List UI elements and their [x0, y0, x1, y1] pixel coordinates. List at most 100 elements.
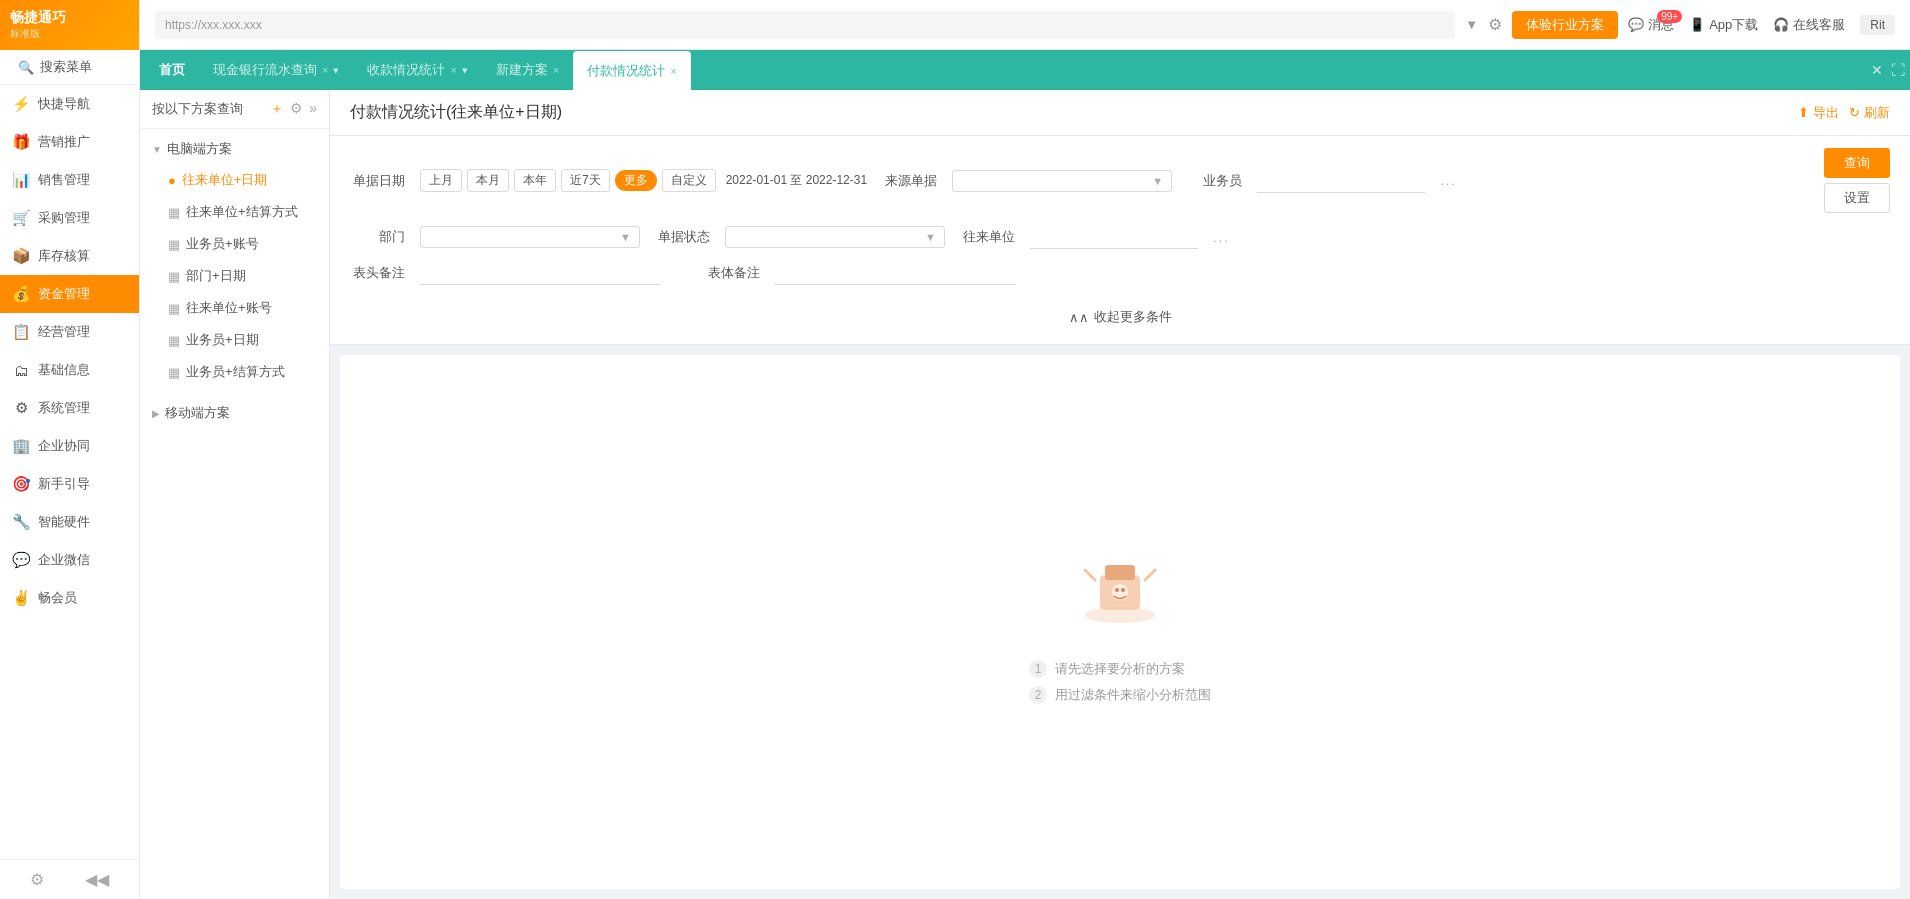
app-download-button[interactable]: 📱 App下载 — [1689, 16, 1758, 34]
unit-dots[interactable]: ... — [1213, 230, 1230, 245]
scheme-item-unit-date[interactable]: ● 往来单位+日期 — [140, 164, 329, 196]
section-arrow-desktop: ▼ — [152, 144, 162, 155]
section-arrow-mobile: ▶ — [152, 408, 160, 419]
svg-rect-2 — [1105, 565, 1135, 580]
add-scheme-icon[interactable]: ＋ — [270, 100, 284, 118]
scheme-sections: ▼ 电脑端方案 ● 往来单位+日期 ▦ 往来单位+结算方式 ▦ 业务员+账号 ▦… — [140, 129, 329, 433]
address-text: https://xxx.xxx.xxx — [165, 18, 262, 32]
trial-button[interactable]: 体验行业方案 — [1512, 11, 1618, 39]
this-month-btn[interactable]: 本月 — [467, 169, 509, 192]
sidebar-label-sales: 销售管理 — [38, 171, 90, 189]
dept-arrow-icon: ▼ — [620, 231, 631, 243]
export-button[interactable]: ⬆ 导出 — [1798, 104, 1839, 122]
close-tab-receipt-stats[interactable]: × — [450, 64, 456, 76]
filter-settings-button[interactable]: 设置 — [1824, 183, 1890, 213]
basic-info-icon: 🗂 — [12, 361, 30, 379]
staff-input[interactable] — [1257, 169, 1425, 193]
scheme-item-staff-date[interactable]: ▦ 业务员+日期 — [140, 324, 329, 356]
sidebar-label-capital: 资金管理 — [38, 285, 90, 303]
scheme-item-icon-staff-date: ▦ — [168, 333, 180, 348]
sidebar-item-marketing[interactable]: 🎁 营销推广 — [0, 123, 139, 161]
tab-arrow-receipt-stats[interactable]: ▾ — [462, 64, 468, 77]
more-date-btn[interactable]: 更多 — [615, 170, 657, 191]
scheme-section-header-desktop[interactable]: ▼ 电脑端方案 — [140, 134, 329, 164]
search-menu[interactable]: 🔍 搜索菜单 — [0, 50, 139, 85]
sidebar-item-system[interactable]: ⚙ 系统管理 — [0, 389, 139, 427]
svg-point-3 — [1112, 584, 1128, 600]
sidebar-item-guide[interactable]: 🎯 新手引导 — [0, 465, 139, 503]
scheme-item-staff-settle[interactable]: ▦ 业务员+结算方式 — [140, 356, 329, 388]
address-arrow[interactable]: ▼ — [1465, 17, 1478, 32]
tab-payment-stats[interactable]: 付款情况统计× — [573, 51, 690, 91]
sidebar-label-smart-hw: 智能硬件 — [38, 513, 90, 531]
sidebar-item-member[interactable]: ✌ 畅会员 — [0, 579, 139, 617]
scheme-item-dept-date[interactable]: ▦ 部门+日期 — [140, 260, 329, 292]
dept-label: 部门 — [350, 228, 405, 246]
messages-button[interactable]: 💬 消息 99+ — [1628, 16, 1674, 34]
sidebar-item-sales[interactable]: 📊 销售管理 — [0, 161, 139, 199]
sidebar-item-enterprise[interactable]: 🏢 企业协同 — [0, 427, 139, 465]
sidebar-item-inventory[interactable]: 📦 库存核算 — [0, 237, 139, 275]
wechat-icon: 💬 — [12, 551, 30, 569]
scheme-item-unit-account[interactable]: ▦ 往来单位+账号 — [140, 292, 329, 324]
sidebar-item-capital[interactable]: 💰 资金管理 — [0, 275, 139, 313]
source-select[interactable]: ▼ — [952, 170, 1172, 192]
custom-date-btn[interactable]: 自定义 — [662, 169, 716, 192]
topbar-gear-icon[interactable]: ⚙ — [1488, 15, 1502, 34]
sidebar-label-system: 系统管理 — [38, 399, 90, 417]
scheme-item-unit-settle[interactable]: ▦ 往来单位+结算方式 — [140, 196, 329, 228]
sidebar-item-wechat[interactable]: 💬 企业微信 — [0, 541, 139, 579]
close-all-tabs-icon[interactable]: ✕ — [1871, 62, 1883, 78]
user-avatar[interactable]: Rit — [1860, 15, 1895, 35]
sidebar-logo-text: 畅捷通巧 — [10, 9, 66, 27]
tab-home[interactable]: 首页 — [145, 50, 199, 90]
sidebar-item-smart-hw[interactable]: 🔧 智能硬件 — [0, 503, 139, 541]
online-service-button[interactable]: 🎧 在线客服 — [1773, 16, 1845, 34]
close-tab-cash-flow[interactable]: × — [322, 64, 328, 76]
export-icon: ⬆ — [1798, 105, 1809, 120]
body-note-input[interactable] — [775, 261, 1015, 285]
scheme-section-header-mobile[interactable]: ▶ 移动端方案 — [140, 398, 329, 428]
settings-icon[interactable]: ⚙ — [30, 870, 44, 889]
empty-tip-1: 1 请先选择要分析的方案 — [1029, 660, 1211, 678]
scheme-item-staff-account[interactable]: ▦ 业务员+账号 — [140, 228, 329, 260]
refresh-button[interactable]: ↻ 刷新 — [1849, 104, 1890, 122]
close-tab-new-scheme[interactable]: × — [553, 64, 559, 76]
member-icon: ✌ — [12, 589, 30, 607]
collapse-sidebar-icon[interactable]: ◀◀ — [85, 870, 109, 889]
staff-dots[interactable]: ... — [1440, 173, 1457, 188]
sidebar-label-guide: 新手引导 — [38, 475, 90, 493]
filter-row-1: 单据日期 上月 本月 本年 近7天 更多 自定义 2022-01-01 至 20… — [350, 148, 1890, 213]
last-7-days-btn[interactable]: 近7天 — [561, 169, 610, 192]
tab-cash-flow[interactable]: 现金银行流水查询×▾ — [199, 50, 353, 90]
sidebar-item-basic-info[interactable]: 🗂 基础信息 — [0, 351, 139, 389]
staff-label: 业务员 — [1187, 172, 1242, 190]
sidebar-item-quick-nav[interactable]: ⚡ 快捷导航 — [0, 85, 139, 123]
sidebar-item-operations[interactable]: 📋 经营管理 — [0, 313, 139, 351]
purchase-icon: 🛒 — [12, 209, 30, 227]
service-label: 在线客服 — [1793, 16, 1845, 34]
scheme-item-icon-unit-date: ● — [168, 173, 176, 188]
source-arrow-icon: ▼ — [1152, 175, 1163, 187]
doc-status-select[interactable]: ▼ — [725, 226, 945, 248]
close-tab-payment-stats[interactable]: × — [670, 65, 676, 77]
unit-input[interactable] — [1030, 225, 1198, 249]
search-label: 搜索菜单 — [40, 58, 92, 76]
scheme-settings-icon[interactable]: ⚙ — [290, 100, 303, 118]
last-month-btn[interactable]: 上月 — [420, 169, 462, 192]
tab-new-scheme[interactable]: 新建方案× — [482, 50, 573, 90]
collapse-filters-button[interactable]: ∧∧ 收起更多条件 — [1069, 302, 1172, 332]
capital-icon: 💰 — [12, 285, 30, 303]
sidebar-item-purchase[interactable]: 🛒 采购管理 — [0, 199, 139, 237]
address-bar[interactable]: https://xxx.xxx.xxx — [155, 11, 1455, 39]
collapse-panel-icon[interactable]: » — [309, 100, 317, 118]
dept-select[interactable]: ▼ — [420, 226, 640, 248]
maximize-icon[interactable]: ⛶ — [1891, 62, 1905, 78]
header-note-input[interactable] — [420, 261, 660, 285]
doc-status-label: 单据状态 — [655, 228, 710, 246]
tab-receipt-stats[interactable]: 收款情况统计×▾ — [353, 50, 481, 90]
tab-arrow-cash-flow[interactable]: ▾ — [333, 64, 339, 77]
this-year-btn[interactable]: 本年 — [514, 169, 556, 192]
scheme-item-label-unit-date: 往来单位+日期 — [182, 171, 268, 189]
query-button[interactable]: 查询 — [1824, 148, 1890, 178]
